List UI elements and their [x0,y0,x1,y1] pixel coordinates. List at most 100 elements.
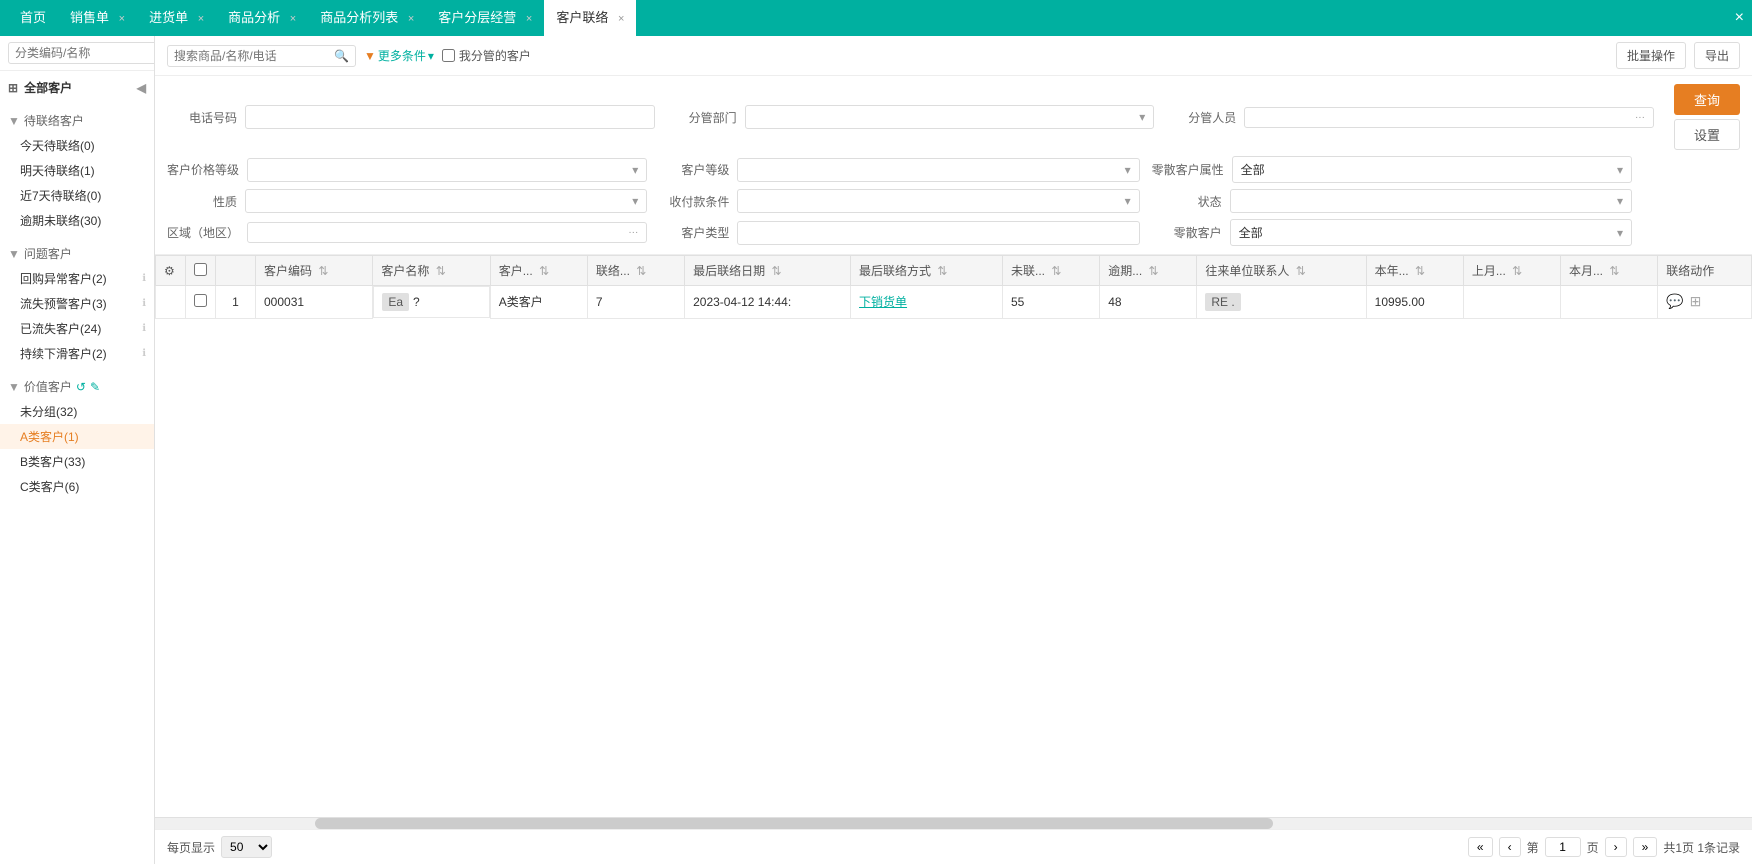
filter-customer-level: 客户等级 ▾ [659,158,1139,182]
col-last-contact-method[interactable]: 最后联络方式 ⇅ [851,256,1003,286]
filter-my-customers[interactable]: 我分管的客户 [442,47,531,64]
nav-customer-tiering[interactable]: 客户分层经营 × [426,0,544,36]
customer-type-input[interactable] [737,221,1139,245]
edit-icon[interactable]: ✎ [90,380,100,394]
nav-sales[interactable]: 销售单 × [58,0,137,36]
customer-level-select[interactable]: ▾ [737,158,1139,182]
problem-customers-title[interactable]: ▼ 问题客户 [0,241,154,266]
per-page-select[interactable]: 50 100 200 [221,836,272,858]
filter-more-conditions[interactable]: ▼ 更多条件 ▾ [364,47,434,64]
sidebar-item-overdue-contact[interactable]: 逾期未联络(30) [0,208,154,233]
sidebar-item-today-pending[interactable]: 今天待联络(0) [0,133,154,158]
all-customers-header[interactable]: ⊞ 全部客户 ◀ [0,71,154,104]
col-this-year[interactable]: 本年... ⇅ [1366,256,1463,286]
close-product-analysis-icon[interactable]: × [290,13,296,25]
col-overdue[interactable]: 逾期... ⇅ [1100,256,1197,286]
scrollbar-thumb[interactable] [315,818,1273,829]
row-name[interactable]: Ea ? [373,286,489,318]
col-no-contact[interactable]: 未联... ⇅ [1003,256,1100,286]
contact-method-link[interactable]: 下销货单 [859,295,907,309]
col-this-month[interactable]: 本月... ⇅ [1561,256,1658,286]
close-all-tabs[interactable]: × [1735,9,1744,27]
person-input[interactable]: ··· [1244,107,1654,128]
col-last-contact-date[interactable]: 最后联络日期 ⇅ [685,256,851,286]
filter-search-input[interactable] [174,49,334,63]
last-page-button[interactable]: » [1633,837,1658,857]
filter-customer-type: 客户类型 [659,221,1139,245]
row-last-contact-method[interactable]: 下销货单 [851,286,1003,319]
nature-select[interactable]: ▾ [245,189,647,213]
col-customer-name[interactable]: 客户名称 ⇅ [373,256,490,286]
price-level-chevron-icon: ▾ [632,163,638,177]
row-code[interactable]: 000031 [256,286,373,319]
settings-button[interactable]: 设置 [1674,119,1740,150]
retail-attr-select[interactable]: 全部 ▾ [1232,156,1632,183]
chat-action-icon[interactable]: 💬 [1666,293,1683,310]
row-this-month [1561,286,1658,319]
col-checkbox [186,256,216,286]
col-settings[interactable]: ⚙ [156,256,186,286]
sort-thisyear-icon: ⇅ [1415,264,1425,278]
sidebar-search-area: 🔍 [0,36,154,71]
page-label: 第 [1527,839,1539,856]
sidebar-item-unclassified[interactable]: 未分组(32) [0,399,154,424]
col-customer-code[interactable]: 客户编码 ⇅ [256,256,373,286]
filter-search-icon[interactable]: 🔍 [334,49,349,63]
value-customers-title[interactable]: ▼ 价值客户 ↺ ✎ [0,374,154,399]
close-customer-contact-icon[interactable]: × [618,13,624,25]
row-checkbox[interactable] [194,294,207,307]
select-all-checkbox[interactable] [194,263,207,276]
nav-purchase[interactable]: 进货单 × [137,0,216,36]
filter-more-label: 更多条件 [378,47,426,64]
col-unit-contact[interactable]: 往来单位联系人 ⇅ [1197,256,1366,286]
nav-customer-contact[interactable]: 客户联络 × [544,0,636,36]
horizontal-scrollbar[interactable] [155,817,1752,829]
my-customers-checkbox[interactable] [442,49,455,62]
close-customer-tiering-icon[interactable]: × [526,13,532,25]
sidebar-item-abnormal-repurchase[interactable]: 回购异常客户(2) ℹ [0,266,154,291]
sidebar-item-class-b[interactable]: B类客户(33) [0,449,154,474]
payment-select[interactable]: ▾ [737,189,1139,213]
first-page-button[interactable]: « [1468,837,1493,857]
all-customers-label: 全部客户 [24,79,72,96]
close-purchase-icon[interactable]: × [198,13,204,25]
close-product-analysis-list-icon[interactable]: × [408,13,414,25]
sidebar-item-tomorrow-pending[interactable]: 明天待联络(1) [0,158,154,183]
dept-select[interactable]: ▾ [745,105,1155,129]
sidebar-item-class-a[interactable]: A类客户(1) [0,424,154,449]
close-sales-icon[interactable]: × [119,13,125,25]
refresh-icon[interactable]: ↺ [76,380,86,394]
price-level-select[interactable]: ▾ [247,158,647,182]
status-select[interactable]: ▾ [1230,189,1632,213]
value-customers-section: ▼ 价值客户 ↺ ✎ 未分组(32) A类客户(1) B类客户(33) C类客户… [0,370,154,503]
col-customer-type[interactable]: 客户... ⇅ [490,256,587,286]
sidebar-item-class-c[interactable]: C类客户(6) [0,474,154,499]
nav-home[interactable]: 首页 [8,0,58,36]
pending-contact-title[interactable]: ▼ 待联络客户 [0,108,154,133]
main-content: 🔍 ▼ 更多条件 ▾ 我分管的客户 批量操作 导出 [155,36,1752,864]
nav-product-analysis-list[interactable]: 商品分析列表 × [308,0,426,36]
prev-page-button[interactable]: ‹ [1499,837,1521,857]
phone-input[interactable] [245,105,655,129]
person-label: 分管人员 [1166,109,1236,126]
nav-product-analysis[interactable]: 商品分析 × [216,0,308,36]
col-last-month[interactable]: 上月... ⇅ [1463,256,1560,286]
batch-operation-button[interactable]: 批量操作 [1616,42,1686,69]
region-input[interactable]: ··· [247,222,647,243]
collapse-sidebar-button[interactable]: ◀ [137,81,146,95]
sidebar-item-declining[interactable]: 持续下滑客户(2) ℹ [0,341,154,366]
sidebar-item-churned[interactable]: 已流失客户(24) ℹ [0,316,154,341]
main-layout: 🔍 ⊞ 全部客户 ◀ ▼ 待联络客户 今天待联络(0) 明天待联络(1) 近7天… [0,36,1752,864]
grid-action-icon[interactable]: ⊞ [1690,293,1702,310]
col-contact[interactable]: 联络... ⇅ [587,256,684,286]
sidebar-search-input[interactable] [8,42,155,64]
sort-contact-icon: ⇅ [636,264,646,278]
retail-attr-label: 零散客户属性 [1152,161,1224,178]
page-number-input[interactable] [1545,837,1581,857]
retail-customer-select[interactable]: 全部 ▾ [1230,219,1632,246]
sidebar-item-churn-warning[interactable]: 流失预警客户(3) ℹ [0,291,154,316]
query-button[interactable]: 查询 [1674,84,1740,115]
next-page-button[interactable]: › [1605,837,1627,857]
sidebar-item-7days-pending[interactable]: 近7天待联络(0) [0,183,154,208]
export-button[interactable]: 导出 [1694,42,1740,69]
